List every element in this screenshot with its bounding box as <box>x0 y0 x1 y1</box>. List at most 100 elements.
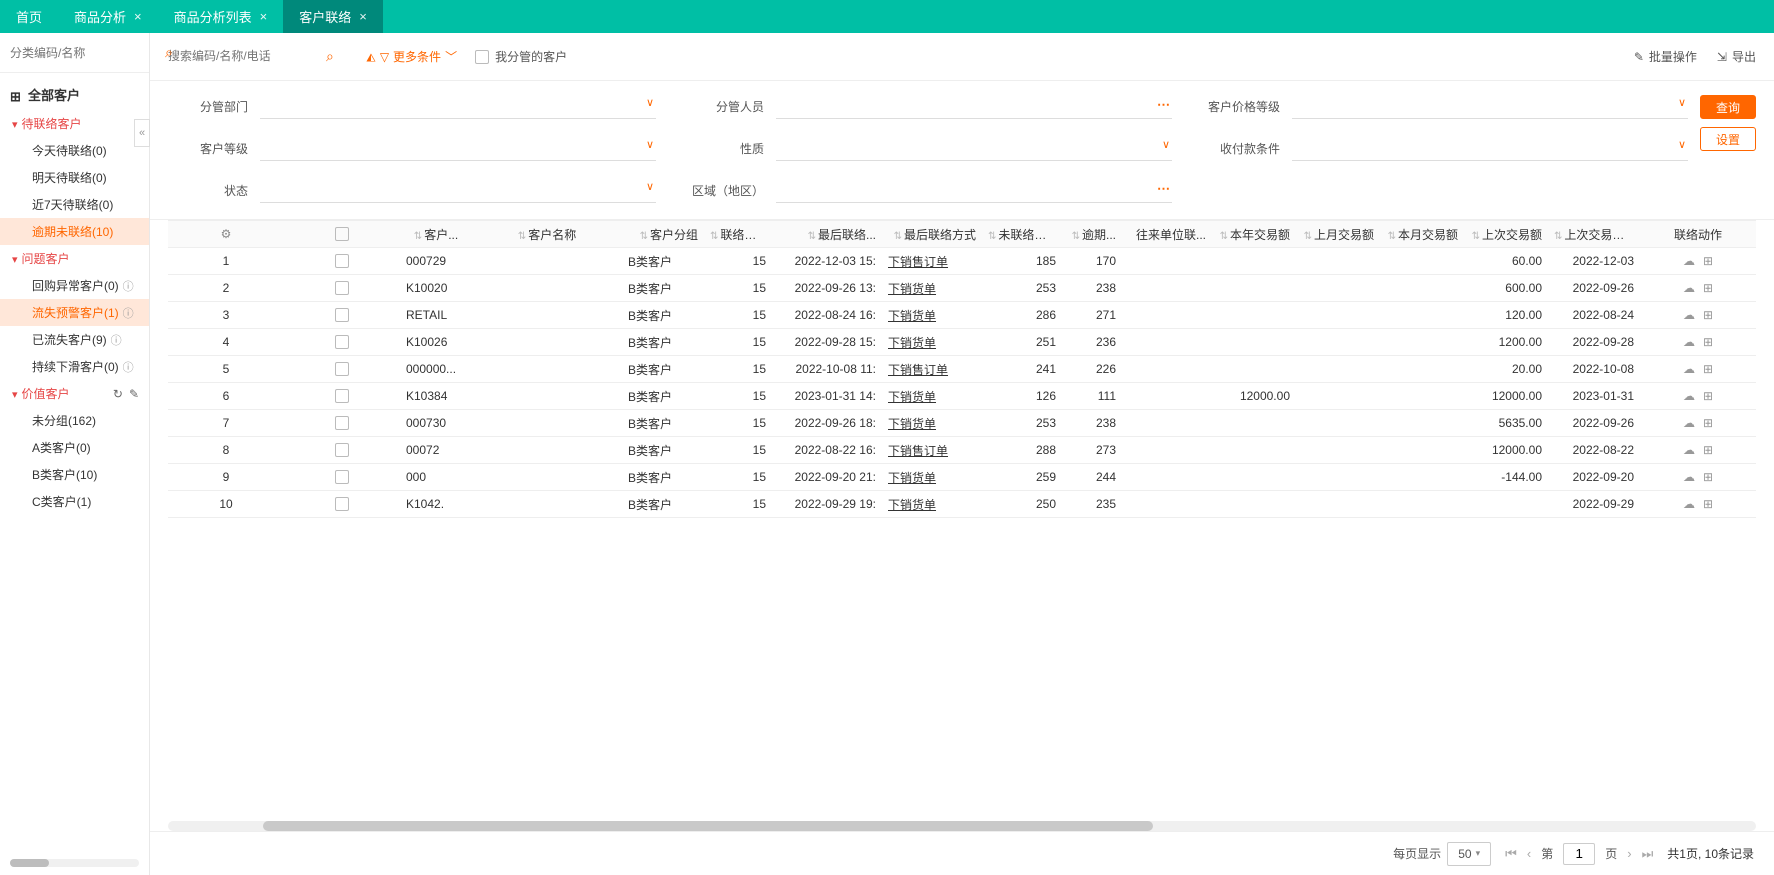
table-row[interactable]: 1000729B类客户152022-12-03 15:下销售订单18517060… <box>168 248 1756 275</box>
help-icon[interactable]: ⓘ <box>123 278 134 294</box>
collapse-icon[interactable]: « <box>134 119 150 147</box>
row-checkbox[interactable] <box>284 410 400 437</box>
qr-icon[interactable]: ⊞ <box>1703 416 1713 430</box>
tree-item[interactable]: 已流失客户(9) ⓘ <box>0 326 149 353</box>
tree-item[interactable]: 未分组(162) <box>0 407 149 434</box>
contact-way-link[interactable]: 下销货单 <box>888 417 936 431</box>
qr-icon[interactable]: ⊞ <box>1703 443 1713 457</box>
col-group[interactable]: 客户分组 <box>622 221 704 248</box>
export-button[interactable]: ⇲ 导出 <box>1717 48 1756 65</box>
qr-icon[interactable]: ⊞ <box>1703 254 1713 268</box>
contact-way-link[interactable]: 下销货单 <box>888 282 936 296</box>
contact-way-link[interactable]: 下销售订单 <box>888 255 948 269</box>
tree-item[interactable]: 逾期未联络(10) <box>0 218 149 245</box>
tree-category[interactable]: 问题客户 <box>0 245 149 272</box>
sidebar-search-input[interactable] <box>10 46 165 60</box>
help-icon[interactable]: ⓘ <box>123 305 134 321</box>
wechat-icon[interactable]: ☁ <box>1683 362 1695 376</box>
contact-way-link[interactable]: 下销货单 <box>888 390 936 404</box>
my-customers-checkbox[interactable]: 我分管的客户 <box>475 48 567 65</box>
wechat-icon[interactable]: ☁ <box>1683 308 1695 322</box>
tree-category[interactable]: 待联络客户 <box>0 110 149 137</box>
close-icon[interactable]: × <box>260 9 268 24</box>
tree-item[interactable]: 明天待联络(0) <box>0 164 149 191</box>
table-row[interactable]: 3RETAILB类客户152022-08-24 16:下销货单286271120… <box>168 302 1756 329</box>
wechat-icon[interactable]: ☁ <box>1683 254 1695 268</box>
tab-客户联络[interactable]: 客户联络× <box>283 0 383 33</box>
qr-icon[interactable]: ⊞ <box>1703 362 1713 376</box>
table-row[interactable]: 9000B类客户152022-09-20 21:下销货单259244-144.0… <box>168 464 1756 491</box>
close-icon[interactable]: × <box>359 9 367 24</box>
main-search-input[interactable] <box>168 49 318 63</box>
row-checkbox[interactable] <box>284 275 400 302</box>
page-input[interactable] <box>1563 843 1595 865</box>
next-page-button[interactable]: › <box>1627 846 1631 861</box>
refresh-icon[interactable]: ↻ <box>113 387 123 401</box>
contact-way-link[interactable]: 下销货单 <box>888 471 936 485</box>
cust-level-select[interactable]: ∨ <box>260 135 656 161</box>
col-cycle[interactable]: 联络周期 <box>704 221 772 248</box>
qr-icon[interactable]: ⊞ <box>1703 335 1713 349</box>
col-last-date[interactable]: 上次交易日期 <box>1548 221 1640 248</box>
qr-icon[interactable]: ⊞ <box>1703 281 1713 295</box>
batch-button[interactable]: ✎ 批量操作 <box>1634 48 1697 65</box>
tab-首页[interactable]: 首页 <box>0 0 58 33</box>
settings-button[interactable]: 设置 <box>1700 127 1756 151</box>
tree-item[interactable]: 近7天待联络(0) <box>0 191 149 218</box>
col-year[interactable]: 本年交易额 <box>1212 221 1296 248</box>
qr-icon[interactable]: ⊞ <box>1703 470 1713 484</box>
row-checkbox[interactable] <box>284 248 400 275</box>
tree-item[interactable]: A类客户(0) <box>0 434 149 461</box>
sidebar-scrollbar[interactable] <box>10 859 139 867</box>
nature-select[interactable]: ∨ <box>776 135 1172 161</box>
col-last-amt[interactable]: 上次交易额 <box>1464 221 1548 248</box>
select-all-checkbox[interactable] <box>284 221 400 248</box>
row-checkbox[interactable] <box>284 383 400 410</box>
tree-item[interactable]: C类客户(1) <box>0 488 149 515</box>
tree-item[interactable]: 今天待联络(0) <box>0 137 149 164</box>
more-conditions[interactable]: ▽ 更多条件 ﹀ <box>366 48 457 65</box>
row-checkbox[interactable] <box>284 491 400 518</box>
table-row[interactable]: 5000000...B类客户152022-10-08 11:下销售订单24122… <box>168 356 1756 383</box>
col-last-month[interactable]: 上月交易额 <box>1296 221 1380 248</box>
row-checkbox[interactable] <box>284 329 400 356</box>
contact-way-link[interactable]: 下销售订单 <box>888 363 948 377</box>
edit-icon[interactable]: ✎ <box>129 387 139 401</box>
tab-商品分析列表[interactable]: 商品分析列表× <box>158 0 284 33</box>
wechat-icon[interactable]: ☁ <box>1683 497 1695 511</box>
table-row[interactable]: 2K10020B类客户152022-09-26 13:下销货单253238600… <box>168 275 1756 302</box>
contact-way-link[interactable]: 下销货单 <box>888 309 936 323</box>
col-unit[interactable]: 往来单位联... <box>1122 221 1212 248</box>
help-icon[interactable]: ⓘ <box>123 359 134 375</box>
tree-item[interactable]: 流失预警客户(1) ⓘ <box>0 299 149 326</box>
col-code[interactable]: 客户... <box>400 221 472 248</box>
contact-way-link[interactable]: 下销售订单 <box>888 444 948 458</box>
row-checkbox[interactable] <box>284 302 400 329</box>
row-checkbox[interactable] <box>284 464 400 491</box>
area-select[interactable]: ⋯ <box>776 177 1172 203</box>
gear-icon[interactable]: ⚙ <box>168 221 284 248</box>
price-level-select[interactable]: ∨ <box>1292 93 1688 119</box>
tree-item[interactable]: B类客户(10) <box>0 461 149 488</box>
table-row[interactable]: 6K10384B类客户152023-01-31 14:下销货单126111120… <box>168 383 1756 410</box>
table-scrollbar[interactable] <box>168 821 1756 831</box>
wechat-icon[interactable]: ☁ <box>1683 281 1695 295</box>
wechat-icon[interactable]: ☁ <box>1683 470 1695 484</box>
person-select[interactable]: ⋯ <box>776 93 1172 119</box>
col-name[interactable]: 客户名称 <box>472 221 622 248</box>
dept-select[interactable]: ∨ <box>260 93 656 119</box>
help-icon[interactable]: ⓘ <box>111 332 122 348</box>
contact-way-link[interactable]: 下销货单 <box>888 498 936 512</box>
contact-way-link[interactable]: 下销货单 <box>888 336 936 350</box>
tree-item[interactable]: 持续下滑客户(0) ⓘ <box>0 353 149 380</box>
col-last-way[interactable]: 最后联络方式 <box>882 221 982 248</box>
col-not-days[interactable]: 未联络天数 <box>982 221 1062 248</box>
col-over[interactable]: 逾期... <box>1062 221 1122 248</box>
col-last-time[interactable]: 最后联络... <box>772 221 882 248</box>
col-this-month[interactable]: 本月交易额 <box>1380 221 1464 248</box>
search-icon[interactable]: ⌕ <box>326 48 334 65</box>
row-checkbox[interactable] <box>284 437 400 464</box>
table-row[interactable]: 4K10026B类客户152022-09-28 15:下销货单251236120… <box>168 329 1756 356</box>
tree-item[interactable]: 回购异常客户(0) ⓘ <box>0 272 149 299</box>
state-select[interactable]: ∨ <box>260 177 656 203</box>
